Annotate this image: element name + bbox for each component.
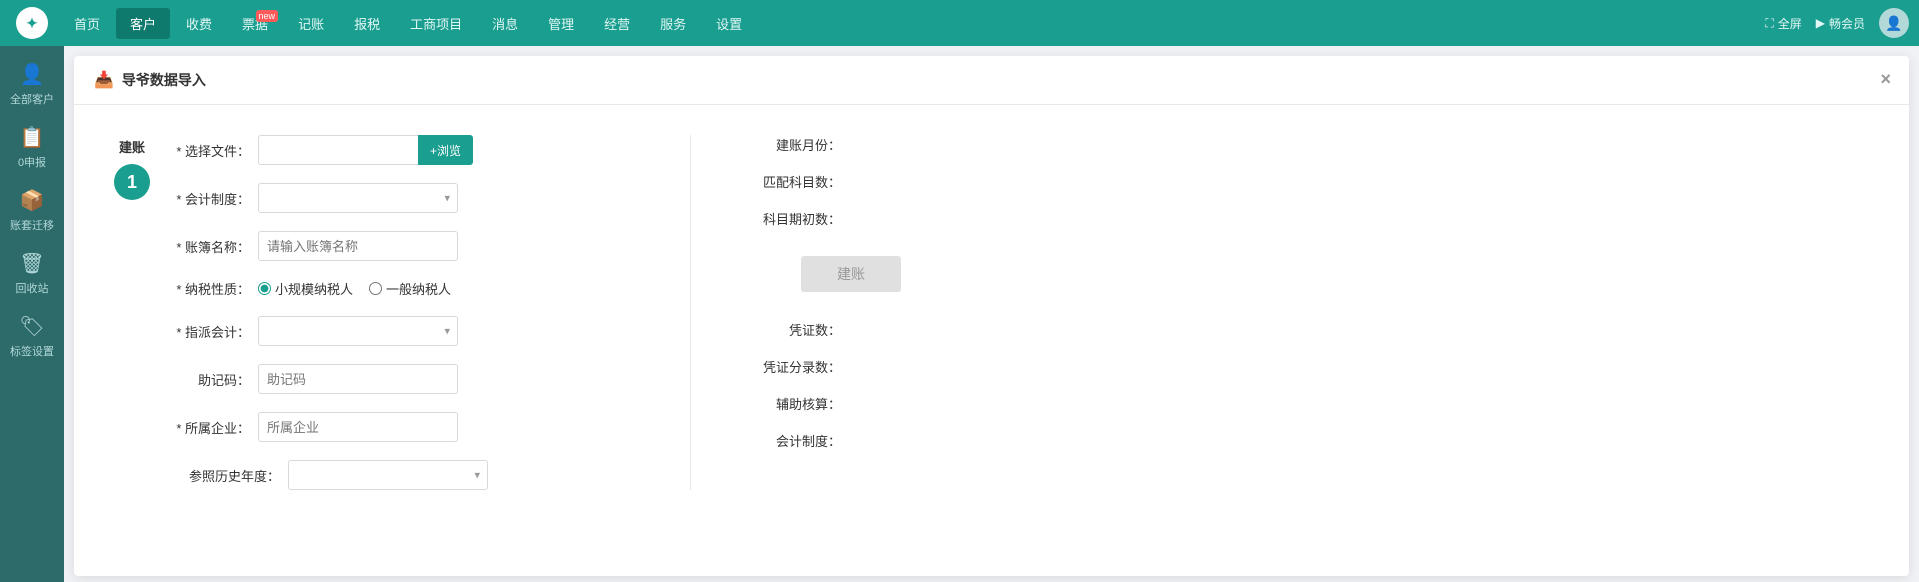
match-subjects-row: 匹配科目数： xyxy=(751,172,951,191)
member-btn[interactable]: ▶ 畅会员 xyxy=(1816,15,1865,32)
all-clients-icon: 👤 xyxy=(20,62,45,87)
auxiliary-row: 辅助核算： xyxy=(751,394,951,413)
tax-nature-row: * 纳税性质： 小规模纳税人 一般纳税人 xyxy=(170,279,630,298)
close-button[interactable]: × xyxy=(1880,70,1891,88)
build-account-button[interactable]: 建账 xyxy=(801,256,901,292)
voucher-count-label: 凭证数： xyxy=(751,320,841,339)
assign-accountant-row: * 指派会计： xyxy=(170,316,630,346)
reference-year-select[interactable] xyxy=(288,460,488,490)
sidebar-item-trash[interactable]: 🗑 回收站 xyxy=(2,243,62,304)
nav-right-area: ⛶ 全屏 ▶ 畅会员 👤 xyxy=(1765,8,1909,38)
info-accounting-system-label: 会计制度： xyxy=(751,431,841,450)
file-text-input[interactable] xyxy=(258,135,418,165)
migrate-icon: 📦 xyxy=(20,188,45,213)
sidebar-item-migrate[interactable]: 📦 账套迁移 xyxy=(2,180,62,241)
nav-item-management[interactable]: 管理 xyxy=(534,8,588,39)
build-month-row: 建账月份： xyxy=(751,135,951,154)
dialog-container: 📥 导爷数据导入 × 建账 1 * 选择文件： xyxy=(74,56,1909,576)
belonging-enterprise-label: * 所属企业： xyxy=(170,418,250,437)
sidebar-item-declare[interactable]: 📋 0申报 xyxy=(2,117,62,178)
match-subjects-label: 匹配科目数： xyxy=(751,172,841,191)
reference-year-label: 参照历史年度： xyxy=(170,466,280,485)
file-select-row: * 选择文件： +浏览 xyxy=(170,135,630,165)
accounting-system-label: * 会计制度： xyxy=(170,189,250,208)
step-circle: 1 xyxy=(114,164,150,200)
dialog-header: 📥 导爷数据导入 × xyxy=(74,56,1909,105)
main-content: 📥 导爷数据导入 × 建账 1 * 选择文件： xyxy=(64,46,1919,582)
tax-general-radio[interactable]: 一般纳税人 xyxy=(369,279,451,298)
nav-item-tax[interactable]: 报税 xyxy=(340,8,394,39)
belonging-enterprise-row: * 所属企业： xyxy=(170,412,630,442)
ledger-name-row: * 账簿名称： xyxy=(170,231,630,261)
nav-item-settings[interactable]: 设置 xyxy=(702,8,756,39)
form-section: 建账 1 * 选择文件： +浏览 xyxy=(114,135,630,490)
top-navigation: ✦ 首页 客户 收费 票据 new 记账 报税 工商项目 消息 管理 经营 服务… xyxy=(0,0,1919,46)
nav-item-operations[interactable]: 经营 xyxy=(590,8,644,39)
vertical-divider xyxy=(690,135,691,490)
belonging-enterprise-input[interactable] xyxy=(258,412,458,442)
browse-button[interactable]: +浏览 xyxy=(418,135,473,165)
memo-code-input[interactable] xyxy=(258,364,458,394)
sidebar-item-all-clients[interactable]: 👤 全部客户 xyxy=(2,54,62,115)
nav-item-messages[interactable]: 消息 xyxy=(478,8,532,39)
declare-icon: 📋 xyxy=(20,125,45,150)
nav-item-business[interactable]: 工商项目 xyxy=(396,8,476,39)
import-icon: 📥 xyxy=(94,70,114,90)
tax-nature-label: * 纳税性质： xyxy=(170,279,250,298)
nav-menu: 首页 客户 收费 票据 new 记账 报税 工商项目 消息 管理 经营 服务 设… xyxy=(60,8,1765,39)
voucher-count-row: 凭证数： xyxy=(751,320,951,339)
file-input-wrap: +浏览 xyxy=(258,135,473,165)
ledger-name-label: * 账簿名称： xyxy=(170,237,250,256)
tax-small-radio[interactable]: 小规模纳税人 xyxy=(258,279,353,298)
reference-year-select-wrap xyxy=(288,460,488,490)
app-logo[interactable]: ✦ xyxy=(10,1,54,45)
subject-initial-row: 科目期初数： xyxy=(751,209,951,228)
accounting-system-row: * 会计制度： xyxy=(170,183,630,213)
build-account-label: 建账 xyxy=(119,137,145,156)
dialog-title: 导爷数据导入 xyxy=(122,70,206,90)
info-and-build: 建账月份： 匹配科目数： 科目期初数： 建 xyxy=(751,135,951,490)
info-accounting-system-row: 会计制度： xyxy=(751,431,951,450)
form-fields: * 选择文件： +浏览 * 会计制度： xyxy=(170,135,630,490)
reference-year-row: 参照历史年度： xyxy=(170,460,630,490)
trash-icon: 🗑 xyxy=(19,251,44,276)
app-layout: 👤 全部客户 📋 0申报 📦 账套迁移 🗑 回收站 🏷 标签设置 📥 导爷数据导… xyxy=(0,46,1919,582)
nav-item-fees[interactable]: 收费 xyxy=(172,8,226,39)
tax-nature-radio-group: 小规模纳税人 一般纳税人 xyxy=(258,279,451,298)
accounting-system-select-wrap xyxy=(258,183,458,213)
logo-icon: ✦ xyxy=(16,7,48,39)
nav-item-accounting[interactable]: 记账 xyxy=(284,8,338,39)
nav-item-tickets[interactable]: 票据 new xyxy=(228,8,282,39)
accounting-system-select[interactable] xyxy=(258,183,458,213)
info-section: 建账月份： 匹配科目数： 科目期初数： 建 xyxy=(751,135,951,450)
member-icon: ▶ xyxy=(1816,16,1825,30)
auxiliary-label: 辅助核算： xyxy=(751,394,841,413)
fullscreen-btn[interactable]: ⛶ 全屏 xyxy=(1765,15,1801,32)
subject-initial-label: 科目期初数： xyxy=(751,209,841,228)
new-badge: new xyxy=(256,10,279,22)
ledger-name-input[interactable] xyxy=(258,231,458,261)
build-btn-area: 建账 xyxy=(751,246,951,292)
assign-accountant-label: * 指派会计： xyxy=(170,322,250,341)
nav-item-clients[interactable]: 客户 xyxy=(116,8,170,39)
nav-item-services[interactable]: 服务 xyxy=(646,8,700,39)
voucher-entries-label: 凭证分录数： xyxy=(751,357,841,376)
assign-accountant-select-wrap xyxy=(258,316,458,346)
assign-accountant-select[interactable] xyxy=(258,316,458,346)
file-label: * 选择文件： xyxy=(170,141,250,160)
tags-icon: 🏷 xyxy=(19,314,44,339)
dialog-body: 建账 1 * 选择文件： +浏览 xyxy=(74,105,1909,520)
voucher-entries-row: 凭证分录数： xyxy=(751,357,951,376)
build-month-label: 建账月份： xyxy=(751,135,841,154)
sidebar: 👤 全部客户 📋 0申报 📦 账套迁移 🗑 回收站 🏷 标签设置 xyxy=(0,46,64,582)
nav-item-home[interactable]: 首页 xyxy=(60,8,114,39)
memo-code-row: 助记码： xyxy=(170,364,630,394)
fullscreen-icon: ⛶ xyxy=(1765,16,1773,31)
avatar[interactable]: 👤 xyxy=(1879,8,1909,38)
sidebar-item-tags[interactable]: 🏷 标签设置 xyxy=(2,306,62,367)
memo-code-label: 助记码： xyxy=(170,370,250,389)
avatar-icon: 👤 xyxy=(1885,15,1902,32)
